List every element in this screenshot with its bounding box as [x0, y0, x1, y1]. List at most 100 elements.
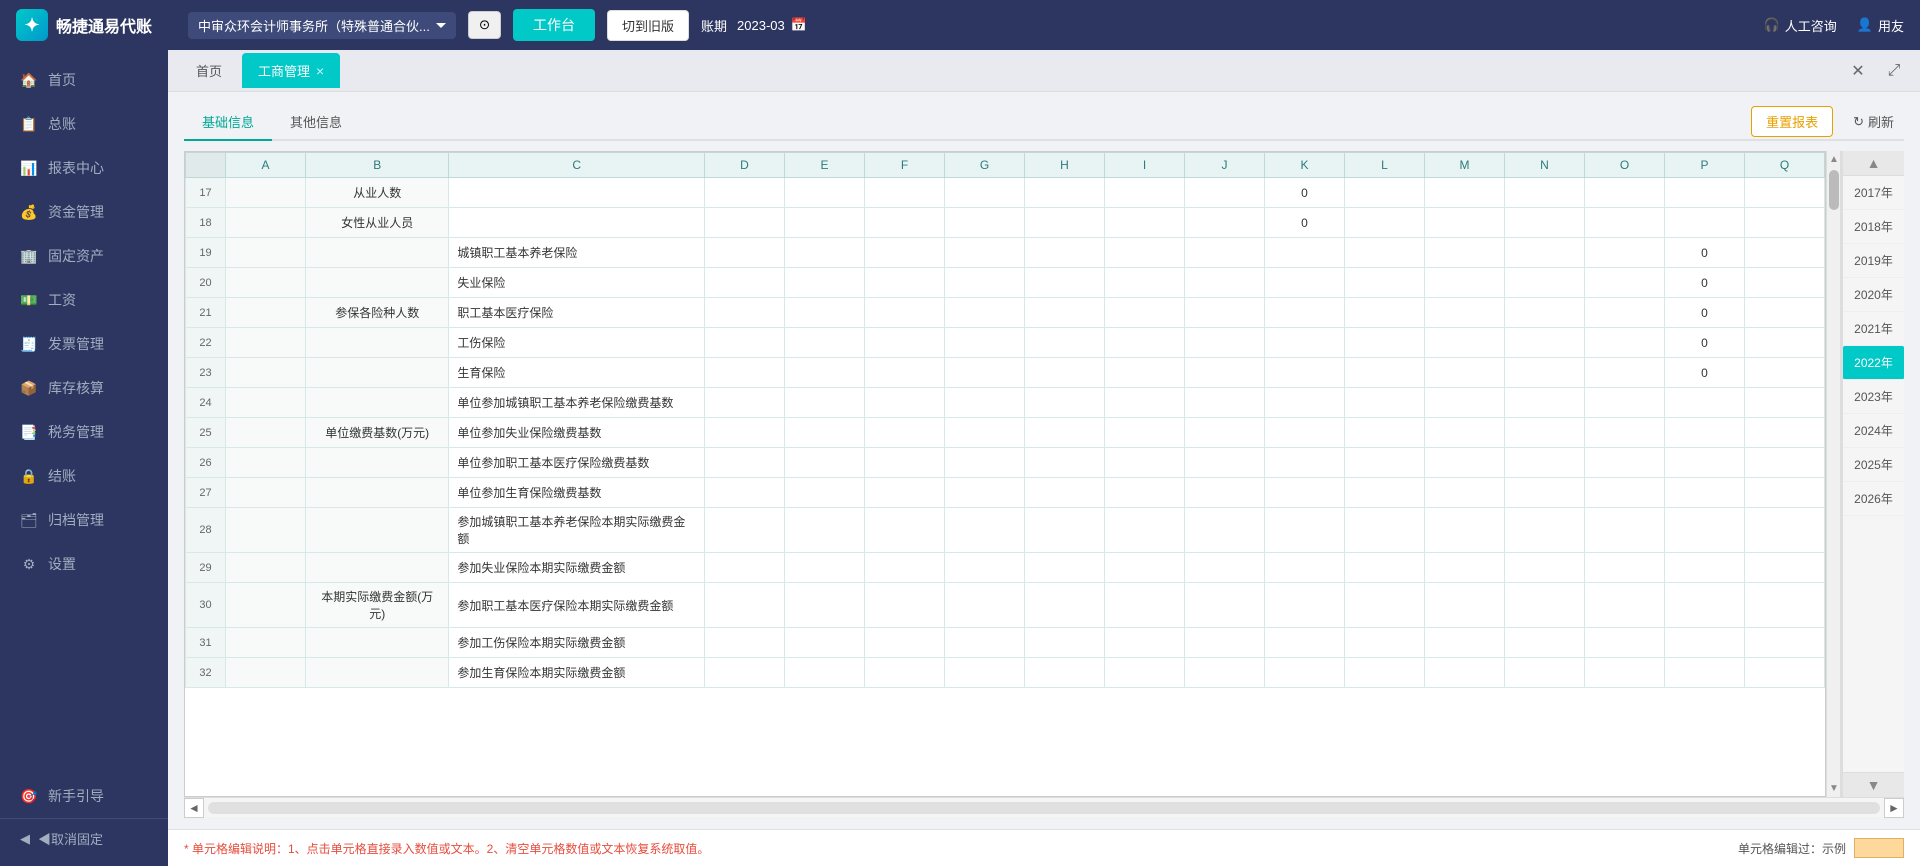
- cell-17-o[interactable]: [1584, 178, 1664, 208]
- cell-17-h[interactable]: [1024, 178, 1104, 208]
- cell-31-a[interactable]: [226, 628, 306, 658]
- cell-25-f[interactable]: [864, 418, 944, 448]
- tab-home[interactable]: 首页: [180, 53, 238, 88]
- cell-22-n[interactable]: [1504, 328, 1584, 358]
- cell-27-g[interactable]: [944, 478, 1024, 508]
- cell-19-h[interactable]: [1024, 238, 1104, 268]
- sidebar-collapse-button[interactable]: ◀ ◀取消固定: [0, 818, 168, 858]
- cell-17-c[interactable]: [449, 178, 705, 208]
- cell-17-f[interactable]: [864, 178, 944, 208]
- cell-28-c[interactable]: 参加城镇职工基本养老保险本期实际缴费金额: [449, 508, 705, 553]
- cell-29-i[interactable]: [1104, 553, 1184, 583]
- sub-tab-basic[interactable]: 基础信息: [184, 104, 272, 141]
- cell-24-i[interactable]: [1104, 388, 1184, 418]
- cell-28-l[interactable]: [1344, 508, 1424, 553]
- cell-27-a[interactable]: [226, 478, 306, 508]
- cell-18-n[interactable]: [1504, 208, 1584, 238]
- cell-24-b[interactable]: [306, 388, 449, 418]
- cell-24-j[interactable]: [1184, 388, 1264, 418]
- cell-23-e[interactable]: [784, 358, 864, 388]
- cell-21-l[interactable]: [1344, 298, 1424, 328]
- cell-25-m[interactable]: [1424, 418, 1504, 448]
- cell-25-g[interactable]: [944, 418, 1024, 448]
- cell-21-m[interactable]: [1424, 298, 1504, 328]
- cell-25-j[interactable]: [1184, 418, 1264, 448]
- cell-26-a[interactable]: [226, 448, 306, 478]
- reset-report-button[interactable]: 重置报表: [1751, 106, 1833, 137]
- cell-30-k[interactable]: [1264, 583, 1344, 628]
- cell-29-d[interactable]: [704, 553, 784, 583]
- cell-27-o[interactable]: [1584, 478, 1664, 508]
- sidebar-item-salary[interactable]: 💵 工资: [0, 278, 168, 322]
- cell-28-a[interactable]: [226, 508, 306, 553]
- cell-29-g[interactable]: [944, 553, 1024, 583]
- cell-18-o[interactable]: [1584, 208, 1664, 238]
- cell-18-q[interactable]: [1744, 208, 1824, 238]
- cell-27-d[interactable]: [704, 478, 784, 508]
- cell-29-b[interactable]: [306, 553, 449, 583]
- cell-28-d[interactable]: [704, 508, 784, 553]
- cell-32-a[interactable]: [226, 658, 306, 688]
- cell-17-g[interactable]: [944, 178, 1024, 208]
- cell-31-b[interactable]: [306, 628, 449, 658]
- cell-27-q[interactable]: [1744, 478, 1824, 508]
- cell-26-o[interactable]: [1584, 448, 1664, 478]
- cell-21-h[interactable]: [1024, 298, 1104, 328]
- cell-27-f[interactable]: [864, 478, 944, 508]
- cell-17-j[interactable]: [1184, 178, 1264, 208]
- cell-22-q[interactable]: [1744, 328, 1824, 358]
- cell-27-j[interactable]: [1184, 478, 1264, 508]
- cell-18-l[interactable]: [1344, 208, 1424, 238]
- cell-21-k[interactable]: [1264, 298, 1344, 328]
- cell-20-m[interactable]: [1424, 268, 1504, 298]
- cell-24-o[interactable]: [1584, 388, 1664, 418]
- cell-19-e[interactable]: [784, 238, 864, 268]
- cell-30-b[interactable]: 本期实际缴费金额(万元): [306, 583, 449, 628]
- cell-29-a[interactable]: [226, 553, 306, 583]
- cell-23-g[interactable]: [944, 358, 1024, 388]
- cell-19-p[interactable]: 0: [1664, 238, 1744, 268]
- cell-31-j[interactable]: [1184, 628, 1264, 658]
- cell-28-q[interactable]: [1744, 508, 1824, 553]
- cell-17-e[interactable]: [784, 178, 864, 208]
- sidebar-item-capital[interactable]: 💰 资金管理: [0, 190, 168, 234]
- year-item-2026[interactable]: 2026年: [1843, 482, 1904, 516]
- cell-17-i[interactable]: [1104, 178, 1184, 208]
- cell-27-b[interactable]: [306, 478, 449, 508]
- cell-22-h[interactable]: [1024, 328, 1104, 358]
- cell-32-m[interactable]: [1424, 658, 1504, 688]
- cell-26-p[interactable]: [1664, 448, 1744, 478]
- cell-17-p[interactable]: [1664, 178, 1744, 208]
- cell-29-f[interactable]: [864, 553, 944, 583]
- horizontal-scrollbar[interactable]: ◄ ►: [184, 797, 1904, 817]
- year-scroll-down-button[interactable]: ▼: [1843, 772, 1904, 797]
- cell-20-e[interactable]: [784, 268, 864, 298]
- cell-31-h[interactable]: [1024, 628, 1104, 658]
- cell-18-c[interactable]: [449, 208, 705, 238]
- cell-30-m[interactable]: [1424, 583, 1504, 628]
- cell-30-q[interactable]: [1744, 583, 1824, 628]
- scroll-thumb[interactable]: [1829, 170, 1839, 210]
- cell-20-n[interactable]: [1504, 268, 1584, 298]
- cell-28-n[interactable]: [1504, 508, 1584, 553]
- cell-28-p[interactable]: [1664, 508, 1744, 553]
- cell-29-k[interactable]: [1264, 553, 1344, 583]
- cell-28-b[interactable]: [306, 508, 449, 553]
- cell-21-c[interactable]: 职工基本医疗保险: [449, 298, 705, 328]
- cell-23-i[interactable]: [1104, 358, 1184, 388]
- tab-close-icon[interactable]: ×: [316, 63, 324, 79]
- cell-22-a[interactable]: [226, 328, 306, 358]
- cell-18-d[interactable]: [704, 208, 784, 238]
- cell-21-j[interactable]: [1184, 298, 1264, 328]
- cell-17-a[interactable]: [226, 178, 306, 208]
- cell-23-q[interactable]: [1744, 358, 1824, 388]
- cell-25-q[interactable]: [1744, 418, 1824, 448]
- cell-17-b[interactable]: 从业人数: [306, 178, 449, 208]
- year-scroll-up-button[interactable]: ▲: [1843, 151, 1904, 176]
- cell-26-e[interactable]: [784, 448, 864, 478]
- cell-23-c[interactable]: 生育保险: [449, 358, 705, 388]
- cell-19-k[interactable]: [1264, 238, 1344, 268]
- cell-18-j[interactable]: [1184, 208, 1264, 238]
- cell-32-n[interactable]: [1504, 658, 1584, 688]
- cell-20-b[interactable]: [306, 268, 449, 298]
